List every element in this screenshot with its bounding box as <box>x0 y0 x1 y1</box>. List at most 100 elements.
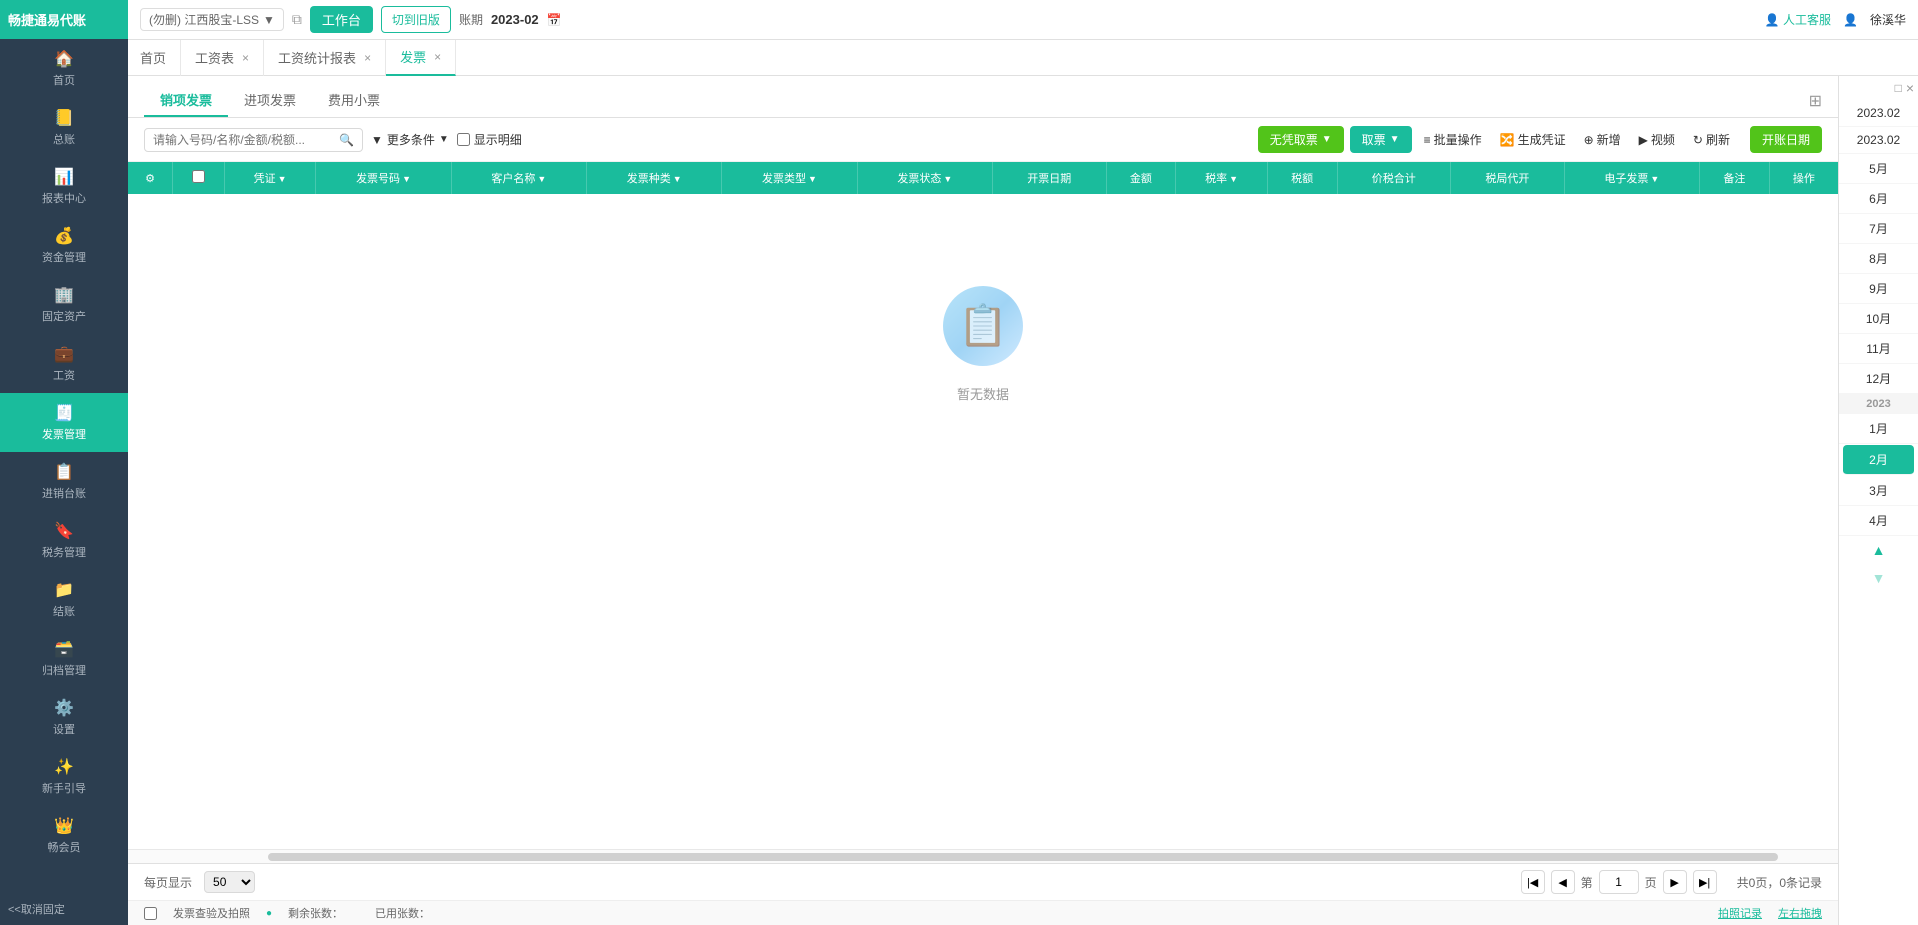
sub-tab-purchase-invoice[interactable]: 进项发票 <box>228 84 312 117</box>
invoice-type-filter-icon[interactable]: ▼ <box>673 174 682 184</box>
sidebar-label-fund: 资金管理 <box>42 249 86 265</box>
show-detail-checkbox[interactable] <box>457 133 470 146</box>
sub-tab-sales-invoice[interactable]: 销项发票 <box>144 84 228 117</box>
col-checkbox[interactable] <box>173 162 225 194</box>
date-panel-item-10mo[interactable]: 10月 <box>1839 304 1918 334</box>
select-all-checkbox[interactable] <box>192 170 205 183</box>
show-detail-check[interactable]: 显示明细 <box>457 131 522 148</box>
workspace-button[interactable]: 工作台 <box>310 6 373 33</box>
sidebar-item-tax[interactable]: 🔖 税务管理 <box>0 511 128 570</box>
tab-invoice-close[interactable]: × <box>434 50 441 64</box>
video-btn[interactable]: ▶ 视频 <box>1633 127 1681 152</box>
sidebar-collapse-btn[interactable]: <<取消固定 <box>0 893 128 925</box>
col-settings[interactable]: ⚙ <box>128 162 173 194</box>
calendar-icon[interactable]: 📅 <box>547 13 562 27</box>
next-page-btn[interactable]: ▶ <box>1663 870 1687 894</box>
sidebar-label-member: 畅会员 <box>48 839 81 855</box>
sidebar-label-salary: 工资 <box>53 367 75 383</box>
date-panel-item-1[interactable]: 2023.02 <box>1839 127 1918 154</box>
take-ticket-btn[interactable]: 取票 ▼ <box>1350 126 1412 153</box>
grid-settings-icon[interactable]: ⊞ <box>1809 91 1822 111</box>
new-btn[interactable]: ⊕ 新增 <box>1578 127 1627 152</box>
sidebar-item-member[interactable]: 👑 畅会员 <box>0 806 128 865</box>
guide-icon: ✨ <box>54 757 74 777</box>
invoice-no-filter-icon[interactable]: ▼ <box>402 174 411 184</box>
copy-icon[interactable]: ⧉ <box>292 11 302 28</box>
toolbar: 🔍 ▼ 更多条件 ▼ 显示明细 无凭取票 ▼ 取 <box>128 118 1838 162</box>
e-invoice-filter-icon[interactable]: ▼ <box>1650 174 1659 184</box>
date-panel-2023-2mo[interactable]: 2月 <box>1843 445 1914 475</box>
col-invoice-status: 发票状态▼ <box>857 162 992 194</box>
tab-invoice[interactable]: 发票 × <box>386 40 456 76</box>
invoice-category-filter-icon[interactable]: ▼ <box>808 174 817 184</box>
date-panel-2023-4mo[interactable]: 4月 <box>1839 506 1918 536</box>
sidebar-item-close[interactable]: 📁 结账 <box>0 570 128 629</box>
left-right-link[interactable]: 左右拖拽 <box>1778 905 1822 921</box>
no-voucher-label: 无凭取票 <box>1270 131 1318 148</box>
dot-icon: ● <box>266 908 272 919</box>
company-selector[interactable]: (勿删) 江西股宝-LSS ▼ <box>140 8 284 31</box>
date-panel-item-6mo[interactable]: 6月 <box>1839 184 1918 214</box>
used-label: 已用张数： <box>375 905 430 921</box>
col-open-date: 开票日期 <box>993 162 1107 194</box>
tab-salary-stats[interactable]: 工资统计报表 × <box>264 40 386 76</box>
date-panel-item-7mo[interactable]: 7月 <box>1839 214 1918 244</box>
sidebar-item-archive[interactable]: 🗃️ 归档管理 <box>0 629 128 688</box>
page-label: 第 <box>1581 874 1593 891</box>
sidebar-item-salary[interactable]: 💼 工资 <box>0 334 128 393</box>
date-panel-maximize-icon[interactable]: □ <box>1895 81 1902 95</box>
invoice-status-filter-icon[interactable]: ▼ <box>943 174 952 184</box>
date-panel-item-11mo[interactable]: 11月 <box>1839 334 1918 364</box>
prev-page-btn[interactable]: ◀ <box>1551 870 1575 894</box>
date-panel-2023-3mo[interactable]: 3月 <box>1839 476 1918 506</box>
no-voucher-btn[interactable]: 无凭取票 ▼ <box>1258 126 1344 153</box>
support-btn[interactable]: 👤 人工客服 <box>1765 11 1831 28</box>
tab-salary-close[interactable]: × <box>242 51 249 65</box>
tab-salary-stats-close[interactable]: × <box>364 51 371 65</box>
sidebar-item-general-ledger[interactable]: 📒 总账 <box>0 98 128 157</box>
sidebar-collapse-label: <<取消固定 <box>8 901 65 917</box>
date-nav-up-icon[interactable]: ▲ <box>1872 542 1886 558</box>
search-input[interactable] <box>153 133 333 147</box>
tab-salary[interactable]: 工资表 × <box>181 40 264 76</box>
customer-filter-icon[interactable]: ▼ <box>537 174 546 184</box>
sidebar-item-sales-ledger[interactable]: 📋 进销台账 <box>0 452 128 511</box>
horizontal-scrollbar[interactable] <box>128 849 1838 863</box>
sidebar-item-invoice-mgmt[interactable]: 🧾 发票管理 <box>0 393 128 452</box>
voucher-filter-icon[interactable]: ▼ <box>278 174 287 184</box>
tax-rate-filter-icon[interactable]: ▼ <box>1229 174 1238 184</box>
batch-op-btn[interactable]: ≡ 批量操作 <box>1418 127 1488 152</box>
date-panel-item-0[interactable]: 2023.02 <box>1839 100 1918 127</box>
date-panel-2023-1mo[interactable]: 1月 <box>1839 414 1918 444</box>
search-icon[interactable]: 🔍 <box>339 133 354 147</box>
date-nav-down-icon[interactable]: ▼ <box>1872 570 1886 586</box>
invoice-table: ⚙ 凭证▼ 发票号码▼ 客户名称▼ 发票种类▼ 发票类型▼ 发票状态▼ 开票日期… <box>128 162 1838 494</box>
date-panel-item-8mo[interactable]: 8月 <box>1839 244 1918 274</box>
last-page-btn[interactable]: ▶| <box>1693 870 1717 894</box>
page-input[interactable] <box>1599 870 1639 894</box>
gen-voucher-btn[interactable]: 🔀 生成凭证 <box>1494 127 1572 152</box>
sidebar-item-home[interactable]: 🏠 首页 <box>0 39 128 98</box>
sidebar-item-fixed-assets[interactable]: 🏢 固定资产 <box>0 275 128 334</box>
open-period-btn[interactable]: 开账日期 <box>1750 126 1822 153</box>
tab-home[interactable]: 首页 <box>140 40 181 76</box>
switch-button[interactable]: 切到旧版 <box>381 6 451 33</box>
invoice-check-checkbox[interactable] <box>144 907 157 920</box>
date-panel-item-5mo[interactable]: 5月 <box>1839 154 1918 184</box>
col-voucher: 凭证▼ <box>224 162 315 194</box>
sidebar-logo[interactable]: 畅捷通易代账 <box>0 0 128 39</box>
date-panel-item-9mo[interactable]: 9月 <box>1839 274 1918 304</box>
sidebar-item-settings[interactable]: ⚙️ 设置 <box>0 688 128 747</box>
refresh-btn[interactable]: ↻ 刷新 <box>1687 127 1736 152</box>
join-link[interactable]: 拍照记录 <box>1718 905 1762 921</box>
sidebar-item-fund[interactable]: 💰 资金管理 <box>0 216 128 275</box>
first-page-btn[interactable]: |◀ <box>1521 870 1545 894</box>
sidebar-item-reports[interactable]: 📊 报表中心 <box>0 157 128 216</box>
sidebar-item-guide[interactable]: ✨ 新手引导 <box>0 747 128 806</box>
more-conditions-btn[interactable]: ▼ 更多条件 ▼ <box>371 131 449 148</box>
per-page-select[interactable]: 50 10 20 100 <box>204 871 255 893</box>
date-panel-close-btn[interactable]: × <box>1906 80 1914 96</box>
date-panel-item-12mo[interactable]: 12月 <box>1839 364 1918 394</box>
sub-tab-expense-receipt[interactable]: 费用小票 <box>312 84 396 117</box>
col-tax-rate: 税率▼ <box>1176 162 1267 194</box>
